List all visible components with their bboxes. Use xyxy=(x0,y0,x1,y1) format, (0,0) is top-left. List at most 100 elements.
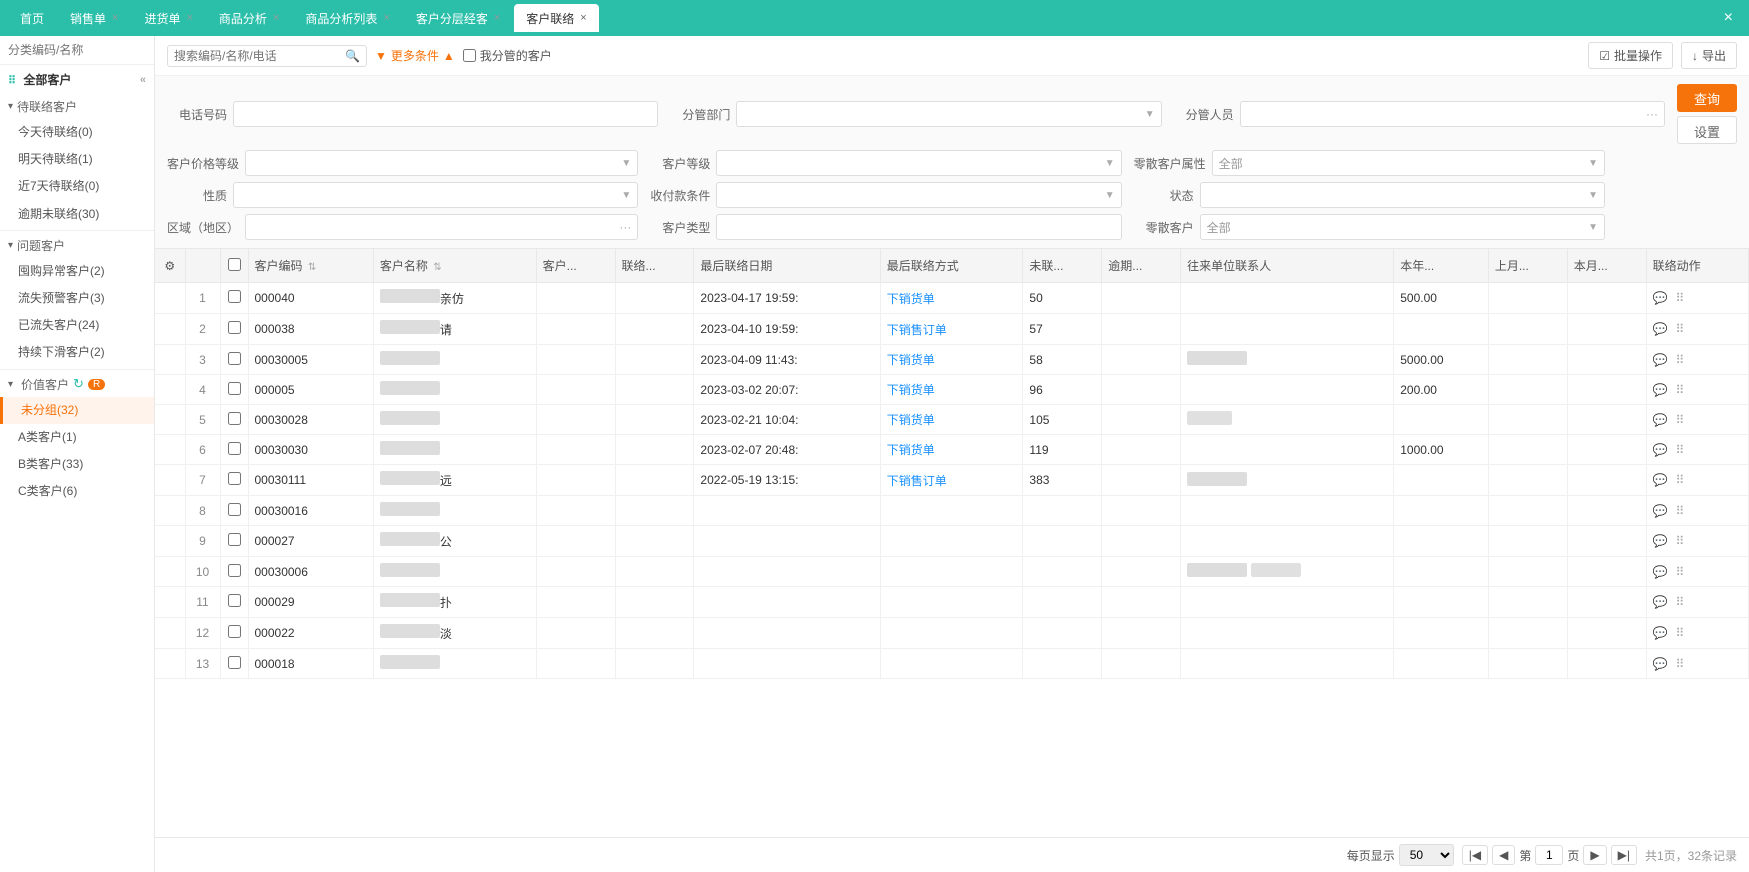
cell-last-contact-method[interactable]: 下销货单 xyxy=(880,435,1023,465)
query-button[interactable]: 查询 xyxy=(1677,84,1737,112)
filter-dept-select[interactable]: ▼ xyxy=(736,101,1161,127)
cell-last-contact-method[interactable]: 下销货单 xyxy=(880,405,1023,435)
row-checkbox[interactable] xyxy=(228,321,241,334)
contact-method-link[interactable]: 下销售订单 xyxy=(887,474,947,488)
cell-checkbox[interactable] xyxy=(220,649,248,679)
more-action-icon[interactable]: ⠿ xyxy=(1676,626,1685,640)
cell-last-contact-method[interactable]: 下销售订单 xyxy=(880,314,1023,345)
more-action-icon[interactable]: ⠿ xyxy=(1676,657,1685,671)
contact-method-link[interactable]: 下销货单 xyxy=(887,383,935,397)
sidebar-item-churned[interactable]: 已流失客户(24) xyxy=(0,312,154,339)
more-action-icon[interactable]: ⠿ xyxy=(1676,473,1685,487)
close-purchase-icon[interactable]: × xyxy=(186,12,192,24)
sidebar-item-ungrouped[interactable]: 未分组(32) xyxy=(0,397,154,424)
filter-search-input[interactable] xyxy=(174,49,341,63)
cell-last-contact-method[interactable] xyxy=(880,649,1023,679)
contact-action-icon[interactable]: 💬 xyxy=(1653,473,1668,487)
row-checkbox[interactable] xyxy=(228,472,241,485)
contact-action-icon[interactable]: 💬 xyxy=(1653,657,1668,671)
filter-region-select[interactable]: ··· xyxy=(245,214,638,240)
row-checkbox[interactable] xyxy=(228,442,241,455)
contact-method-link[interactable]: 下销货单 xyxy=(887,353,935,367)
contact-action-icon[interactable]: 💬 xyxy=(1653,534,1668,548)
nav-tab-customer-contact[interactable]: 客户联络 × xyxy=(514,4,598,32)
nav-tab-sales[interactable]: 销售单 × xyxy=(58,4,130,32)
th-checkbox[interactable] xyxy=(220,249,248,283)
cell-checkbox[interactable] xyxy=(220,314,248,345)
more-action-icon[interactable]: ⠿ xyxy=(1676,322,1685,336)
cell-checkbox[interactable] xyxy=(220,496,248,526)
row-checkbox[interactable] xyxy=(228,412,241,425)
page-number-input[interactable] xyxy=(1535,845,1563,865)
cell-checkbox[interactable] xyxy=(220,375,248,405)
cell-last-contact-method[interactable] xyxy=(880,526,1023,557)
row-checkbox[interactable] xyxy=(228,503,241,516)
more-action-icon[interactable]: ⠿ xyxy=(1676,413,1685,427)
contact-action-icon[interactable]: 💬 xyxy=(1653,504,1668,518)
sidebar-search-input[interactable] xyxy=(8,43,155,57)
contact-action-icon[interactable]: 💬 xyxy=(1653,383,1668,397)
cell-checkbox[interactable] xyxy=(220,587,248,618)
contact-action-icon[interactable]: 💬 xyxy=(1653,413,1668,427)
th-code[interactable]: 客户编码 ⇅ xyxy=(248,249,373,283)
close-customer-contact-icon[interactable]: × xyxy=(580,12,586,24)
close-product-analysis-icon[interactable]: × xyxy=(273,12,279,24)
nav-tab-home[interactable]: 首页 xyxy=(8,4,56,32)
export-button[interactable]: ↓ 导出 xyxy=(1681,42,1737,69)
more-action-icon[interactable]: ⠿ xyxy=(1676,353,1685,367)
cell-checkbox[interactable] xyxy=(220,283,248,314)
contact-action-icon[interactable]: 💬 xyxy=(1653,291,1668,305)
cell-checkbox[interactable] xyxy=(220,405,248,435)
cell-checkbox[interactable] xyxy=(220,345,248,375)
more-action-icon[interactable]: ⠿ xyxy=(1676,443,1685,457)
filter-payment-select[interactable]: ▼ xyxy=(716,182,1121,208)
close-sales-icon[interactable]: × xyxy=(112,12,118,24)
window-close-button[interactable]: × xyxy=(1716,9,1741,27)
filter-retail-attr-select[interactable]: 全部 ▼ xyxy=(1212,150,1605,176)
th-name[interactable]: 客户名称 ⇅ xyxy=(373,249,536,283)
sidebar-item-today[interactable]: 今天待联络(0) xyxy=(0,119,154,146)
bulk-operations-button[interactable]: ☑ 批量操作 xyxy=(1588,42,1673,69)
contact-action-icon[interactable]: 💬 xyxy=(1653,353,1668,367)
nav-tab-product-analysis[interactable]: 商品分析 × xyxy=(207,4,291,32)
sidebar-group-pending[interactable]: ▾ 待联络客户 xyxy=(0,94,154,119)
more-action-icon[interactable]: ⠿ xyxy=(1676,595,1685,609)
sidebar-item-tomorrow[interactable]: 明天待联络(1) xyxy=(0,146,154,173)
more-action-icon[interactable]: ⠿ xyxy=(1676,383,1685,397)
more-action-icon[interactable]: ⠿ xyxy=(1676,504,1685,518)
filter-gender-select[interactable]: ▼ xyxy=(233,182,638,208)
contact-action-icon[interactable]: 💬 xyxy=(1653,443,1668,457)
row-checkbox[interactable] xyxy=(228,352,241,365)
sidebar-item-7days[interactable]: 近7天待联络(0) xyxy=(0,173,154,200)
filter-staff-select[interactable]: ··· xyxy=(1240,101,1665,127)
sidebar-item-abnormal[interactable]: 囤购异常客户(2) xyxy=(0,258,154,285)
next-page-button[interactable]: ▶ xyxy=(1583,845,1606,865)
sidebar-item-class-b[interactable]: B类客户(33) xyxy=(0,451,154,478)
row-checkbox[interactable] xyxy=(228,594,241,607)
sidebar-item-declining[interactable]: 持续下滑客户(2) xyxy=(0,339,154,366)
cell-last-contact-method[interactable]: 下销货单 xyxy=(880,283,1023,314)
sidebar-item-overdue[interactable]: 逾期未联络(30) xyxy=(0,201,154,228)
filter-status-select[interactable]: ▼ xyxy=(1200,182,1605,208)
th-settings[interactable]: ⚙ xyxy=(155,249,185,283)
cell-last-contact-method[interactable]: 下销货单 xyxy=(880,345,1023,375)
contact-method-link[interactable]: 下销货单 xyxy=(887,443,935,457)
contact-action-icon[interactable]: 💬 xyxy=(1653,565,1668,579)
filter-more-conditions[interactable]: ▼ 更多条件 ▲ xyxy=(375,47,455,64)
reset-button[interactable]: 设置 xyxy=(1677,116,1737,144)
cell-checkbox[interactable] xyxy=(220,618,248,649)
first-page-button[interactable]: |◀ xyxy=(1462,845,1488,865)
row-checkbox[interactable] xyxy=(228,656,241,669)
cell-checkbox[interactable] xyxy=(220,557,248,587)
my-customers-checkbox-label[interactable]: 我分管的客户 xyxy=(463,47,552,64)
contact-method-link[interactable]: 下销货单 xyxy=(887,292,935,306)
cell-last-contact-method[interactable] xyxy=(880,587,1023,618)
sidebar-collapse-icon[interactable]: « xyxy=(140,74,146,86)
cell-checkbox[interactable] xyxy=(220,435,248,465)
contact-action-icon[interactable]: 💬 xyxy=(1653,322,1668,336)
contact-action-icon[interactable]: 💬 xyxy=(1653,626,1668,640)
filter-customer-level-select[interactable]: ▼ xyxy=(716,150,1121,176)
prev-page-button[interactable]: ◀ xyxy=(1492,845,1515,865)
nav-tab-product-analysis-list[interactable]: 商品分析列表 × xyxy=(293,4,401,32)
row-checkbox[interactable] xyxy=(228,564,241,577)
